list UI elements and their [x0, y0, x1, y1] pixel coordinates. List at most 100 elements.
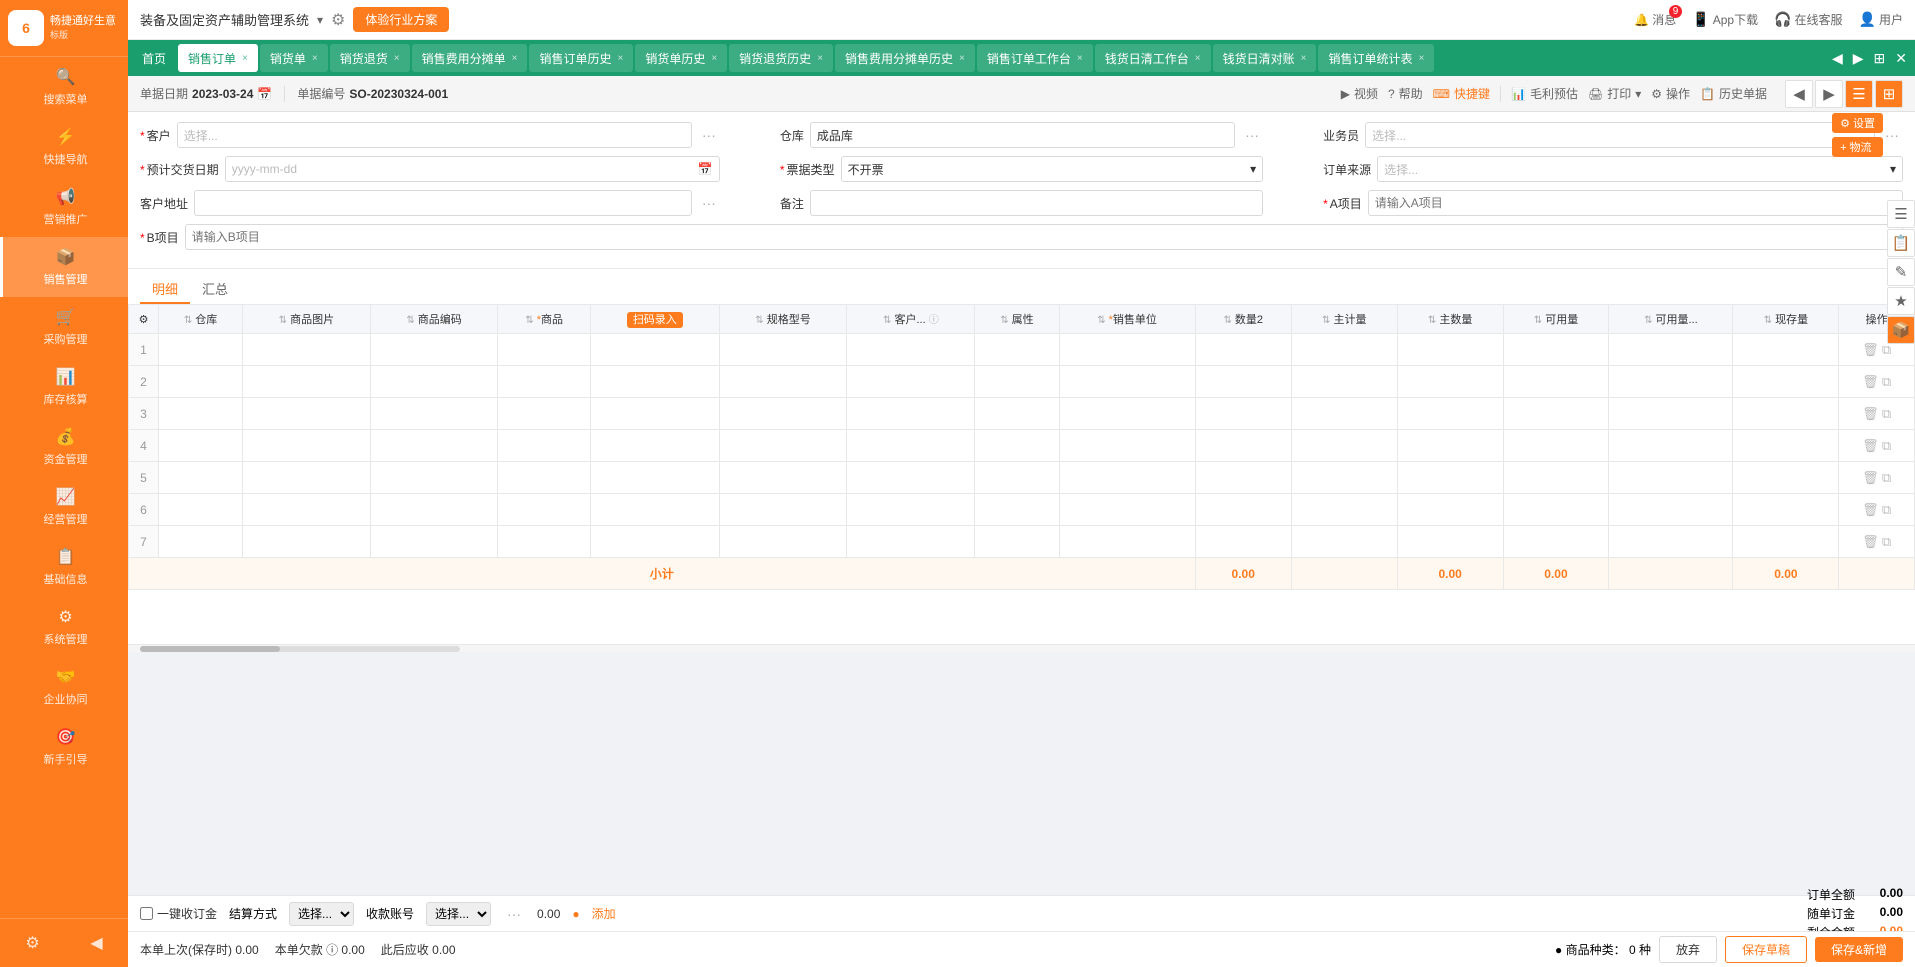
cell-available[interactable] [1503, 398, 1609, 430]
nav-tab-2[interactable]: 销货单× [260, 44, 328, 72]
cell-warehouse[interactable] [159, 462, 243, 494]
tab-close-4[interactable]: × [512, 53, 518, 64]
cell-attribute[interactable] [975, 334, 1059, 366]
nav-tab-11[interactable]: 钱货日清对账× [1213, 44, 1317, 72]
cell-available[interactable] [1503, 494, 1609, 526]
salesperson-more-btn[interactable]: ··· [1881, 127, 1903, 143]
cell-customer-info[interactable] [847, 430, 975, 462]
cell-product-code[interactable] [370, 398, 498, 430]
cell-main-qty[interactable] [1397, 526, 1503, 558]
cell-available2[interactable] [1609, 334, 1733, 366]
cell-customer-info[interactable] [847, 462, 975, 494]
delete-row-btn[interactable]: 🗑 [1862, 502, 1879, 517]
cell-customer-info[interactable] [847, 494, 975, 526]
cell-warehouse[interactable] [159, 398, 243, 430]
cell-available[interactable] [1503, 366, 1609, 398]
cell-warehouse[interactable] [159, 334, 243, 366]
warehouse-input[interactable]: 成品库 [810, 122, 1235, 148]
print-btn[interactable]: 🖨 打印 ▾ [1588, 85, 1641, 102]
cell-sales-unit[interactable] [1059, 366, 1195, 398]
cell-stock[interactable] [1733, 398, 1839, 430]
cell-spec[interactable] [719, 430, 847, 462]
tab-close-3[interactable]: × [394, 53, 400, 64]
cell-main-qty[interactable] [1397, 462, 1503, 494]
cell-available2[interactable] [1609, 494, 1733, 526]
cell-warehouse[interactable] [159, 494, 243, 526]
copy-row-btn[interactable]: ⧉ [1882, 534, 1891, 549]
cell-main-qty[interactable] [1397, 430, 1503, 462]
nav-arrow-left[interactable]: ◀ [1828, 48, 1847, 69]
nav-tab-7[interactable]: 销货退货历史× [729, 44, 833, 72]
cell-stock[interactable] [1733, 526, 1839, 558]
cell-sales-unit[interactable] [1059, 430, 1195, 462]
video-btn[interactable]: ▶ 视频 [1341, 85, 1378, 102]
cell-product-img[interactable] [243, 526, 371, 558]
sidebar-item-9[interactable]: ⚙系统管理 [0, 597, 128, 657]
salesperson-input[interactable]: 选择... [1365, 122, 1875, 148]
th-scan[interactable]: 扫码录入 [590, 305, 719, 334]
cell-available2[interactable] [1609, 462, 1733, 494]
cell-spec[interactable] [719, 366, 847, 398]
nav-tab-12[interactable]: 销售订单统计表× [1318, 44, 1434, 72]
delete-row-btn[interactable]: 🗑 [1862, 438, 1879, 453]
settings-btn[interactable]: ⚙ 设置 [1832, 113, 1883, 133]
nav-tab-10[interactable]: 钱货日清工作台× [1095, 44, 1211, 72]
sidebar-item-5[interactable]: 📊库存核算 [0, 357, 128, 417]
cell-attribute[interactable] [975, 494, 1059, 526]
cell-available[interactable] [1503, 430, 1609, 462]
tab-summary[interactable]: 汇总 [190, 275, 240, 304]
cell-available2[interactable] [1609, 398, 1733, 430]
one-click-payment-label[interactable]: 一键收订金 [140, 905, 217, 922]
add-payment-btn[interactable]: 添加 [592, 905, 616, 922]
cell-sales-unit[interactable] [1059, 494, 1195, 526]
right-panel-btn-3[interactable]: ✎ [1887, 258, 1915, 286]
b-project-input[interactable] [185, 224, 1903, 250]
one-click-payment-checkbox[interactable] [140, 907, 153, 920]
cell-available2[interactable] [1609, 366, 1733, 398]
save-new-btn[interactable]: 保存&新增 [1815, 937, 1903, 962]
delivery-date-input[interactable]: yyyy-mm-dd 📅 [225, 156, 720, 182]
sidebar-item-10[interactable]: 🤝企业协同 [0, 657, 128, 717]
add-item-btn[interactable]: + 物流 [1832, 137, 1883, 157]
customer-input[interactable]: 选择... [177, 122, 692, 148]
cell-qty2[interactable] [1195, 366, 1291, 398]
nav-arrow-right[interactable]: ▶ [1849, 48, 1868, 69]
memo-input[interactable] [810, 190, 1263, 216]
cell-attribute[interactable] [975, 526, 1059, 558]
warehouse-more-btn[interactable]: ··· [1241, 127, 1263, 143]
cell-sales-unit[interactable] [1059, 334, 1195, 366]
cell-available2[interactable] [1609, 430, 1733, 462]
cell-customer-info[interactable] [847, 366, 975, 398]
cell-main-unit[interactable] [1291, 526, 1397, 558]
cell-product-img[interactable] [243, 366, 371, 398]
scrollbar-track[interactable] [140, 646, 460, 652]
cell-qty2[interactable] [1195, 398, 1291, 430]
cell-attribute[interactable] [975, 398, 1059, 430]
cell-product-code[interactable] [370, 366, 498, 398]
cell-available2[interactable] [1609, 526, 1733, 558]
sidebar-item-0[interactable]: 🔍搜索菜单 [0, 57, 128, 117]
cell-spec[interactable] [719, 526, 847, 558]
nav-tab-5[interactable]: 销售订单历史× [529, 44, 633, 72]
history-btn[interactable]: 📋 历史单据 [1700, 85, 1767, 102]
sidebar-item-2[interactable]: 📢营销推广 [0, 177, 128, 237]
nav-tab-list[interactable]: ⊞ [1870, 48, 1890, 69]
delete-row-btn[interactable]: 🗑 [1862, 470, 1879, 485]
cell-spec[interactable] [719, 494, 847, 526]
copy-row-btn[interactable]: ⧉ [1882, 502, 1891, 517]
cell-product[interactable] [498, 430, 591, 462]
sidebar-settings-btn[interactable]: ⚙ [21, 929, 43, 957]
nav-tab-6[interactable]: 销货单历史× [635, 44, 727, 72]
tab-close-5[interactable]: × [617, 53, 623, 64]
copy-row-btn[interactable]: ⧉ [1882, 374, 1891, 389]
sidebar-item-4[interactable]: 🛒采购管理 [0, 297, 128, 357]
sidebar-item-8[interactable]: 📋基础信息 [0, 537, 128, 597]
app-download-btn[interactable]: 📱 App下载 [1692, 11, 1758, 28]
tab-close-9[interactable]: × [1077, 53, 1083, 64]
cell-product-code[interactable] [370, 462, 498, 494]
cell-product-img[interactable] [243, 430, 371, 462]
delete-row-btn[interactable]: 🗑 [1862, 534, 1879, 549]
cell-product-code[interactable] [370, 430, 498, 462]
payment-method-select[interactable]: 选择... [289, 902, 354, 926]
help-btn[interactable]: ? 帮助 [1388, 85, 1423, 102]
